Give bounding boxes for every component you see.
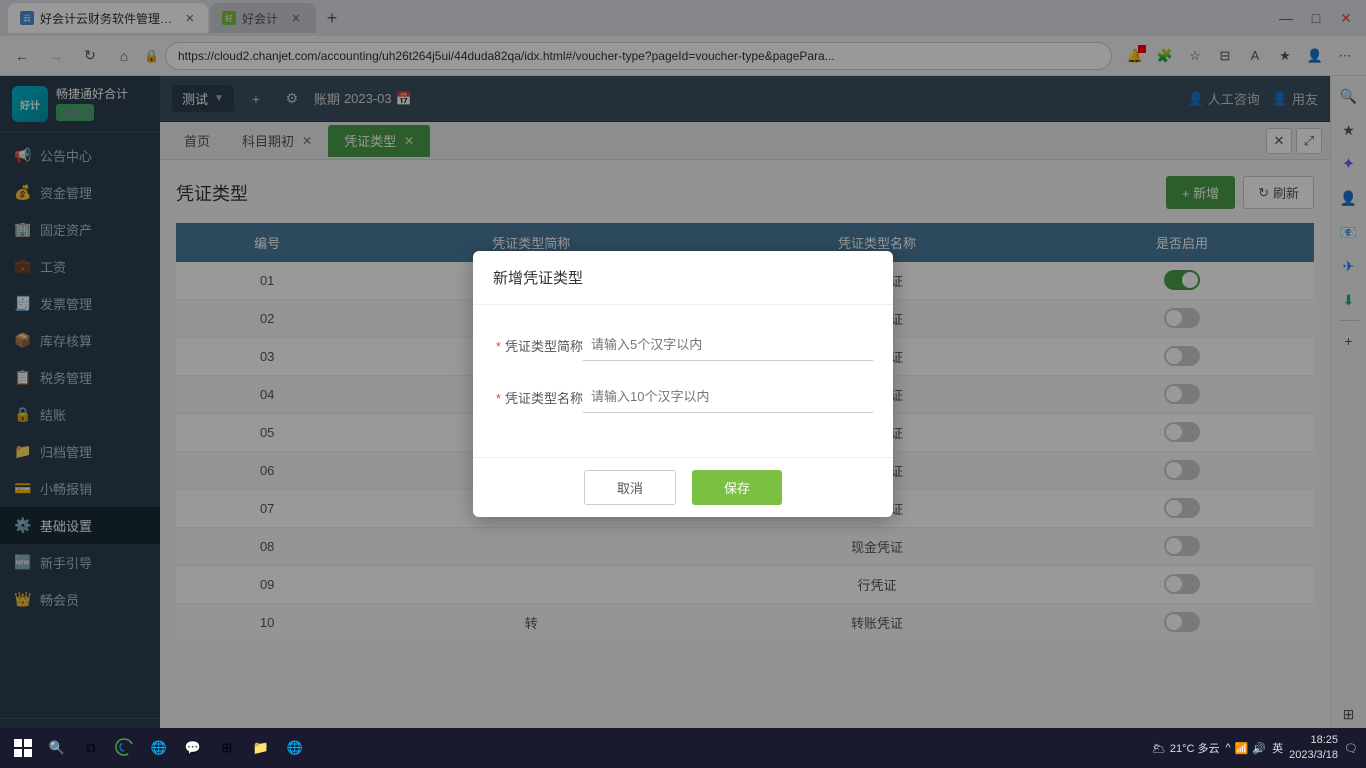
dialog-body: *凭证类型简称 *凭证类型名称 bbox=[473, 305, 893, 457]
save-button[interactable]: 保存 bbox=[692, 470, 782, 505]
start-menu-btn[interactable] bbox=[8, 733, 38, 763]
weather-text: 21°C 多云 bbox=[1170, 740, 1220, 756]
form-row-short: *凭证类型简称 bbox=[493, 329, 873, 361]
taskbar-search-btn[interactable]: 🔍 bbox=[42, 733, 72, 763]
taskbar: 🔍 ⧉ 🌐 💬 ⊞ 📁 🌐 🌥 21°C 多云 ^ 📶 🔊 英 18:25 20… bbox=[0, 728, 1366, 768]
taskbar-time-display: 18:25 2023/3/18 bbox=[1289, 733, 1338, 764]
dialog: 新增凭证类型 *凭证类型简称 *凭证类型名称 取消 保存 bbox=[473, 251, 893, 517]
taskbar-expand-icon[interactable]: ^ bbox=[1226, 742, 1231, 754]
taskbar-chrome-btn[interactable]: 🌐 bbox=[144, 733, 174, 763]
required-star-name: * bbox=[496, 391, 501, 406]
taskbar-wechat-btn[interactable]: 💬 bbox=[178, 733, 208, 763]
cancel-button[interactable]: 取消 bbox=[584, 470, 676, 505]
taskbar-notification-btn[interactable]: 🗨 bbox=[1344, 742, 1358, 755]
form-label-name: *凭证类型名称 bbox=[493, 388, 583, 407]
field-short-input[interactable] bbox=[583, 329, 873, 361]
dialog-footer: 取消 保存 bbox=[473, 457, 893, 517]
taskbar-sys-icons: ^ 📶 🔊 bbox=[1226, 742, 1267, 755]
taskbar-folder-btn[interactable]: 📁 bbox=[246, 733, 276, 763]
taskbar-weather: 🌥 21°C 多云 bbox=[1152, 740, 1220, 756]
required-star-short: * bbox=[496, 339, 501, 354]
taskbar-edge-btn[interactable] bbox=[110, 733, 140, 763]
taskbar-lang: 英 bbox=[1272, 740, 1283, 756]
taskbar-sound-icon[interactable]: 🔊 bbox=[1252, 742, 1266, 755]
taskbar-multitask-btn[interactable]: ⧉ bbox=[76, 733, 106, 763]
taskbar-apps-btn[interactable]: ⊞ bbox=[212, 733, 242, 763]
taskbar-edge2-btn[interactable]: 🌐 bbox=[280, 733, 310, 763]
form-row-name: *凭证类型名称 bbox=[493, 381, 873, 413]
taskbar-time: 18:25 bbox=[1289, 733, 1338, 748]
taskbar-wifi-icon[interactable]: 📶 bbox=[1235, 742, 1249, 755]
dialog-header: 新增凭证类型 bbox=[473, 251, 893, 305]
dialog-overlay: 新增凭证类型 *凭证类型简称 *凭证类型名称 取消 保存 bbox=[0, 0, 1366, 768]
field-name-input[interactable] bbox=[583, 381, 873, 413]
taskbar-date: 2023/3/18 bbox=[1289, 748, 1338, 763]
form-label-short: *凭证类型简称 bbox=[493, 336, 583, 355]
